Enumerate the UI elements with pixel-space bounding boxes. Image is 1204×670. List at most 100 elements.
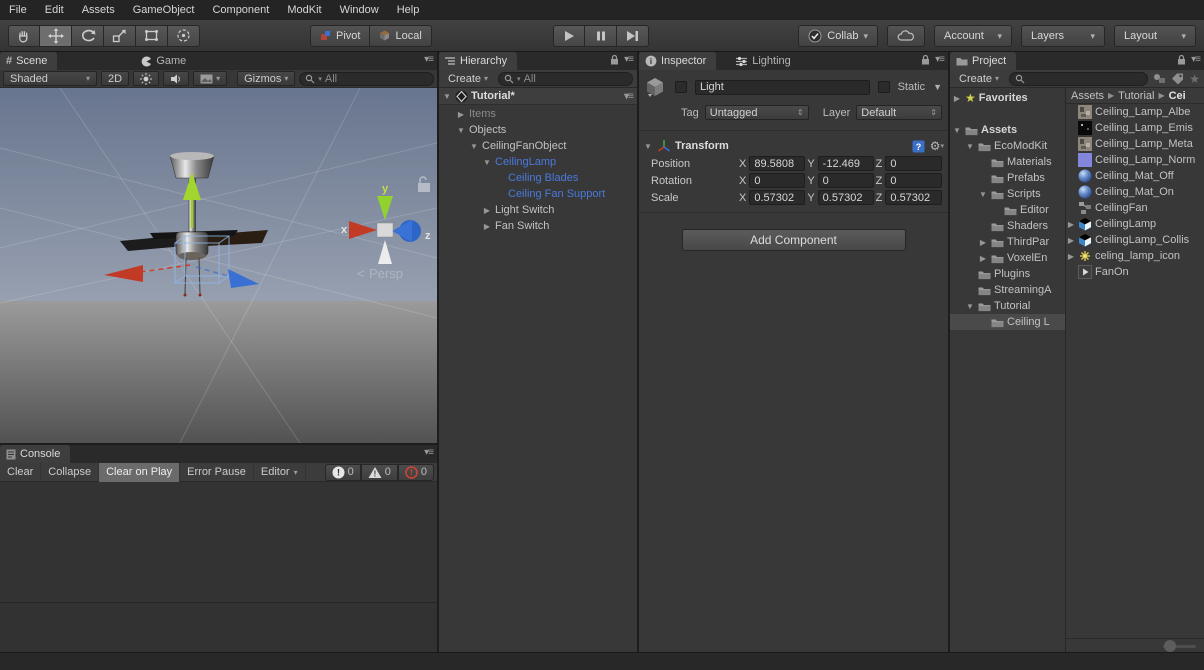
collab-dropdown[interactable]: Collab ▾ (798, 25, 878, 47)
static-checkbox[interactable] (877, 81, 890, 93)
console-error-pause-button[interactable]: Error Pause (180, 462, 254, 482)
thumbnail-size-slider[interactable] (1066, 638, 1204, 652)
foldout-arrow[interactable]: ▼ (965, 142, 975, 151)
asset-celing-lamp-icon[interactable]: ▶ celing_lamp_icon (1066, 248, 1204, 264)
foldout-arrow[interactable]: ▼ (456, 126, 466, 135)
project-folder-plugins[interactable]: Plugins (950, 266, 1065, 282)
lock-icon[interactable] (921, 54, 930, 65)
console-clear-button[interactable]: Clear (0, 462, 42, 482)
play-button[interactable] (553, 25, 585, 47)
asset-fanon[interactable]: FanOn (1066, 264, 1204, 280)
foldout-arrow[interactable]: ▶ (978, 238, 988, 247)
tab-scene[interactable]: # Scene (0, 52, 58, 70)
foldout-arrow[interactable]: ▼ (952, 126, 962, 135)
scene-menu-icon[interactable]: ▾≡ (424, 54, 434, 65)
layers-dropdown[interactable]: Layers ▾ (1021, 25, 1105, 47)
hierarchy-create-button[interactable]: Create ▾ (443, 72, 493, 86)
tab-console[interactable]: Console (0, 445, 71, 463)
position-z-field[interactable]: 0 (885, 156, 942, 171)
pause-button[interactable] (585, 25, 617, 47)
breadcrumb-segment[interactable]: Tutorial (1118, 90, 1154, 102)
add-component-button[interactable]: Add Component (681, 229, 906, 251)
cloud-button[interactable] (887, 25, 925, 47)
foldout-arrow[interactable]: ▶ (978, 254, 988, 263)
scale-z-field[interactable]: 0.57302 (885, 190, 942, 205)
local-toggle[interactable]: Local (370, 24, 432, 47)
gear-icon[interactable]: ⚙ ▾ (930, 139, 944, 153)
layout-dropdown[interactable]: Layout ▾ (1114, 25, 1196, 47)
console-clear-on-play-button[interactable]: Clear on Play (99, 462, 181, 482)
persp-label[interactable]: Persp (369, 266, 403, 281)
project-create-button[interactable]: Create ▾ (954, 72, 1004, 86)
breadcrumb-segment[interactable]: Assets (1071, 90, 1104, 102)
tab-lighting[interactable]: Lighting (730, 52, 801, 70)
project-folder-scripts[interactable]: ▼ Scripts (950, 186, 1065, 202)
project-folder-voxelen[interactable]: ▶ VoxelEn (950, 250, 1065, 266)
step-button[interactable] (617, 25, 649, 47)
foldout-arrow[interactable]: ▶ (456, 110, 466, 119)
console-editor-button[interactable]: Editor ▾ (254, 462, 306, 482)
project-folder-editor[interactable]: Editor (950, 202, 1065, 218)
saved-search-star-icon[interactable]: ★ (1189, 72, 1200, 86)
help-icon[interactable]: ? (912, 140, 925, 153)
scene-lighting-toggle[interactable] (133, 71, 160, 86)
scale-x-field[interactable]: 0.57302 (749, 190, 806, 205)
rect-tool-button[interactable] (136, 24, 168, 47)
menu-modkit[interactable]: ModKit (278, 1, 330, 19)
asset-ceilinglamp-collis[interactable]: ▶ CeilingLamp_Collis (1066, 232, 1204, 248)
foldout-arrow[interactable]: ▼ (469, 142, 479, 151)
hierarchy-item-objects[interactable]: ▼ Objects (439, 122, 637, 138)
tab-game[interactable]: Game (135, 52, 196, 70)
lock-icon[interactable] (1177, 54, 1186, 65)
asset-ceiling-lamp-emis[interactable]: Ceiling_Lamp_Emis (1066, 120, 1204, 136)
shading-mode-dropdown[interactable]: Shaded ▾ (3, 71, 97, 86)
search-by-label-icon[interactable] (1171, 73, 1184, 84)
transform-foldout[interactable]: ▼ (643, 142, 653, 151)
name-field[interactable]: Light (695, 79, 870, 95)
tab-hierarchy[interactable]: Hierarchy (439, 52, 518, 70)
hand-tool-button[interactable] (8, 24, 40, 47)
inspector-menu-icon[interactable]: ▾≡ (935, 54, 945, 65)
asset-ceiling-lamp-albe[interactable]: Ceiling_Lamp_Albe (1066, 104, 1204, 120)
gizmos-dropdown[interactable]: Gizmos ▾ (237, 71, 296, 86)
project-folder-prefabs[interactable]: Prefabs (950, 170, 1065, 186)
search-by-type-icon[interactable] (1153, 73, 1166, 84)
rotation-z-field[interactable]: 0 (885, 173, 942, 188)
scene-viewport[interactable]: y x z < Persp (0, 88, 437, 443)
position-x-field[interactable]: 89.5808 (749, 156, 806, 171)
console-log-list[interactable] (0, 482, 437, 603)
hierarchy-item-fan-switch[interactable]: ▶ Fan Switch (439, 218, 637, 234)
project-folder-materials[interactable]: Materials (950, 154, 1065, 170)
foldout-arrow[interactable]: ▶ (1067, 220, 1075, 229)
favorites-row[interactable]: ▶ ★ Favorites (950, 90, 1065, 106)
menu-window[interactable]: Window (331, 1, 388, 19)
project-folder-assets[interactable]: ▼ Assets (950, 122, 1065, 138)
pivot-toggle[interactable]: Pivot (310, 24, 371, 47)
foldout-arrow[interactable]: ▼ (482, 158, 492, 167)
warning-count-toggle[interactable]: ! 0 (360, 463, 398, 481)
scale-y-field[interactable]: 0.57302 (817, 190, 874, 205)
project-menu-icon[interactable]: ▾≡ (1191, 54, 1201, 65)
account-dropdown[interactable]: Account ▾ (934, 25, 1012, 47)
tab-project[interactable]: Project (950, 52, 1017, 70)
menu-help[interactable]: Help (388, 1, 429, 19)
move-tool-button[interactable] (40, 24, 72, 47)
foldout-arrow[interactable]: ▶ (1067, 236, 1075, 245)
project-folder-shaders[interactable]: Shaders (950, 218, 1065, 234)
breadcrumb-segment[interactable]: Cei (1169, 90, 1186, 102)
asset-ceiling-lamp-meta[interactable]: Ceiling_Lamp_Meta (1066, 136, 1204, 152)
hierarchy-item-items[interactable]: ▶ Items (439, 106, 637, 122)
project-folder-thirdpar[interactable]: ▶ ThirdPar (950, 234, 1065, 250)
active-checkbox[interactable] (675, 81, 687, 93)
asset-ceiling-mat-on[interactable]: Ceiling_Mat_On (1066, 184, 1204, 200)
info-count-toggle[interactable]: ! 0 (324, 463, 361, 481)
hierarchy-item-ceiling-blades[interactable]: Ceiling Blades (439, 170, 637, 186)
menu-file[interactable]: File (0, 1, 36, 19)
2d-toggle[interactable]: 2D (101, 71, 130, 86)
rotation-y-field[interactable]: 0 (817, 173, 874, 188)
tab-inspector[interactable]: i Inspector (639, 52, 717, 70)
foldout-arrow[interactable]: ▶ (1067, 252, 1075, 261)
hierarchy-item-ceilingfanobject[interactable]: ▼ CeilingFanObject (439, 138, 637, 154)
breadcrumb[interactable]: Assets ▶ Tutorial ▶ Cei (1066, 88, 1204, 104)
rotate-tool-button[interactable] (72, 24, 104, 47)
